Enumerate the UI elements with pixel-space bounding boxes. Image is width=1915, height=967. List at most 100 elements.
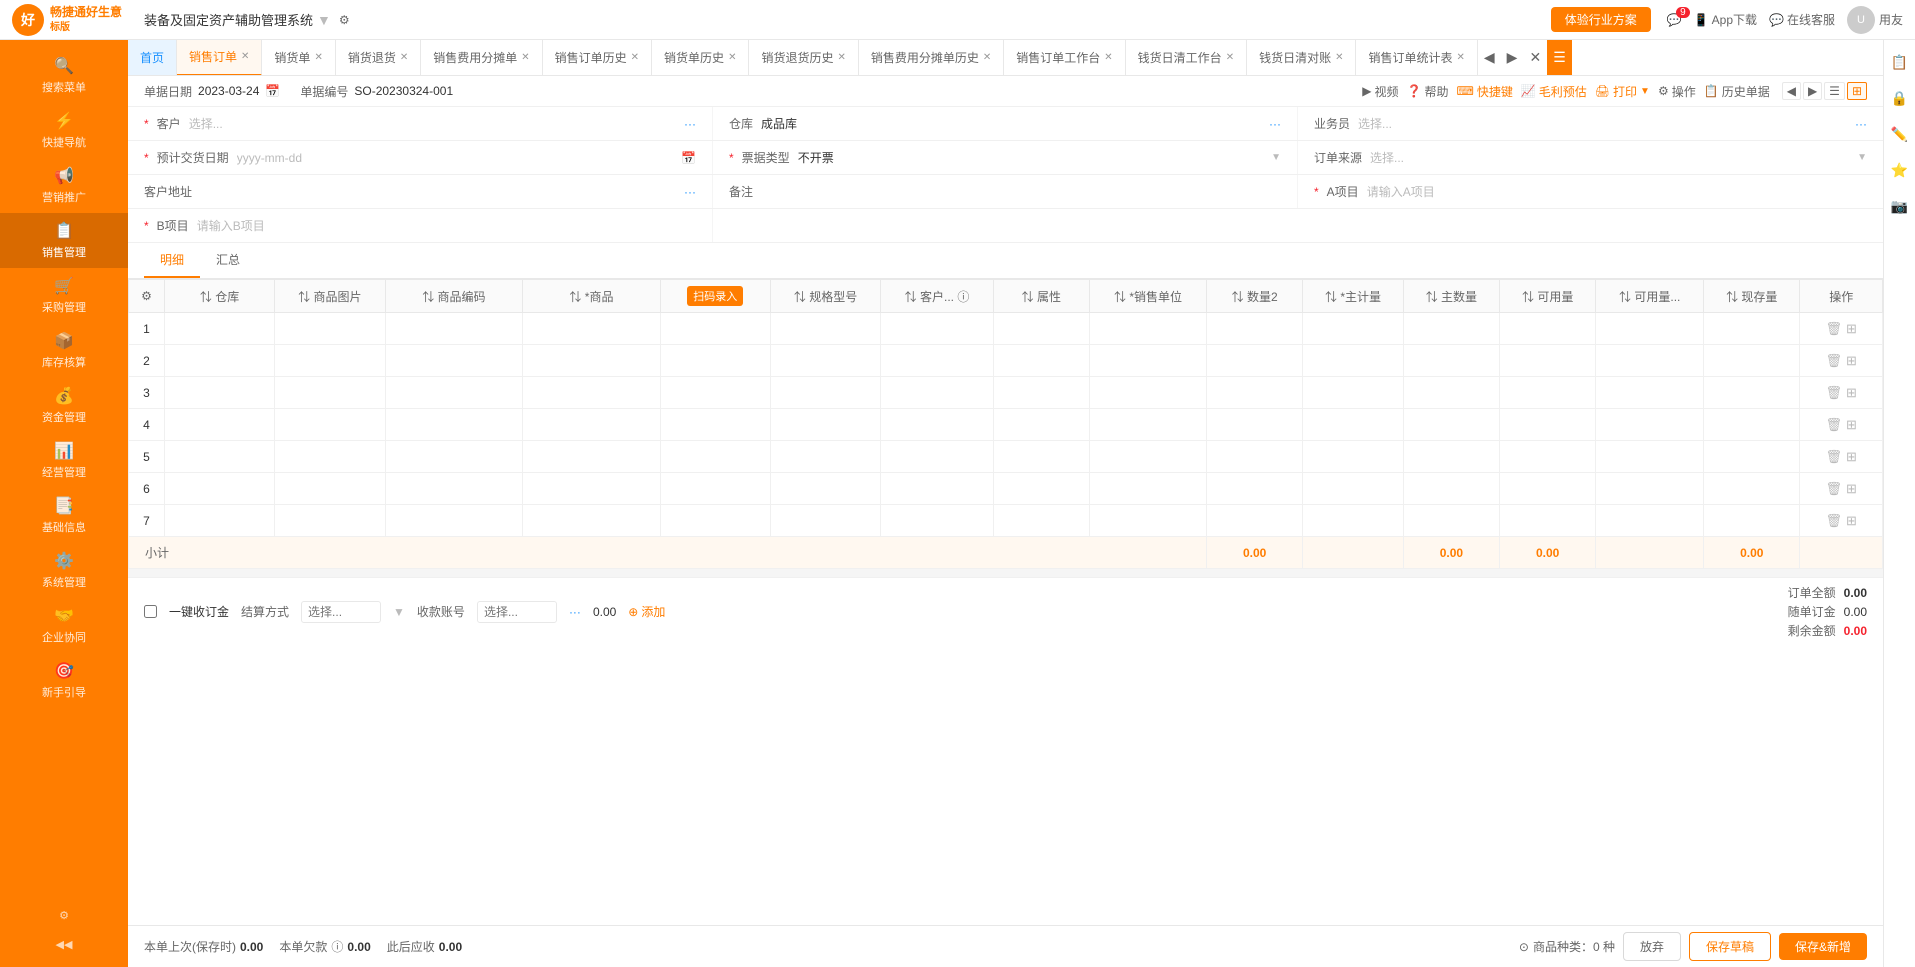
copy-row-5-btn[interactable]: ⊞ (1846, 449, 1857, 465)
row-unit-1[interactable] (1090, 313, 1207, 345)
row-mainunit-4[interactable] (1303, 409, 1403, 441)
source-arrow-icon[interactable]: ▼ (1857, 152, 1867, 163)
tab-close-all-btn[interactable]: ✕ (1523, 40, 1547, 76)
sidebar-item-search[interactable]: 🔍 搜索菜单 (0, 48, 128, 103)
tab-daily-workbench[interactable]: 钱货日清工作台 ✕ (1126, 40, 1247, 76)
video-btn[interactable]: ▶ 视频 (1362, 83, 1398, 100)
sidebar-item-sales[interactable]: 📋 销售管理 (0, 213, 128, 268)
row-mainunit-1[interactable] (1303, 313, 1403, 345)
project-b-input[interactable] (197, 219, 696, 233)
row-product-2[interactable] (523, 345, 661, 377)
row-unit-6[interactable] (1090, 473, 1207, 505)
horizontal-scrollbar[interactable] (128, 569, 1883, 577)
row-attr-5[interactable] (993, 441, 1089, 473)
row-unit-5[interactable] (1090, 441, 1207, 473)
tab-close-10[interactable]: ✕ (1226, 52, 1234, 63)
tab-close-12[interactable]: ✕ (1457, 52, 1465, 63)
account-no-input[interactable] (477, 601, 557, 623)
addr-more-btn[interactable]: ··· (684, 185, 696, 199)
row-warehouse-1[interactable] (165, 313, 275, 345)
sidebar-item-quicknav[interactable]: ⚡ 快捷导航 (0, 103, 128, 158)
solution-btn[interactable]: 体验行业方案 (1551, 7, 1651, 32)
copy-row-2-btn[interactable]: ⊞ (1846, 353, 1857, 369)
sidebar-collapse-btn[interactable]: ◀◀ (0, 930, 128, 959)
row-qty2-5[interactable] (1206, 441, 1302, 473)
row-product-5[interactable] (523, 441, 661, 473)
row-customer-code-5[interactable] (881, 441, 993, 473)
row-attr-6[interactable] (993, 473, 1089, 505)
sidebar-item-finance[interactable]: 💰 资金管理 (0, 378, 128, 433)
row-unit-7[interactable] (1090, 505, 1207, 537)
one-click-payment-checkbox[interactable] (144, 605, 157, 618)
sidebar-item-inventory[interactable]: 📦 库存核算 (0, 323, 128, 378)
tab-close-5[interactable]: ✕ (631, 52, 639, 63)
delete-row-6-btn[interactable]: 🗑 (1825, 481, 1842, 497)
tab-order-stats[interactable]: 销售订单统计表 ✕ (1356, 40, 1477, 76)
right-icon-star[interactable]: ⭐ (1886, 156, 1914, 184)
settings-gear-icon[interactable]: ⚙ (339, 13, 350, 27)
tab-close-9[interactable]: ✕ (1104, 52, 1112, 63)
right-icon-lock[interactable]: 🔒 (1886, 84, 1914, 112)
tab-detail[interactable]: 明细 (144, 243, 200, 278)
tab-close-3[interactable]: ✕ (400, 52, 408, 63)
row-qty2-1[interactable] (1206, 313, 1302, 345)
row-unit-4[interactable] (1090, 409, 1207, 441)
row-spec-3[interactable] (770, 377, 881, 409)
row-attr-3[interactable] (993, 377, 1089, 409)
settle-arrow-icon[interactable]: ▼ (393, 605, 405, 619)
row-customer-code-2[interactable] (881, 345, 993, 377)
tab-sales-order[interactable]: 销售订单 ✕ (177, 40, 262, 76)
delete-row-2-btn[interactable]: 🗑 (1825, 353, 1842, 369)
list-view-btn[interactable]: ☰ (1824, 82, 1845, 100)
project-a-input[interactable] (1367, 185, 1867, 199)
row-code-7[interactable] (385, 505, 523, 537)
row-mainunit-2[interactable] (1303, 345, 1403, 377)
remark-input[interactable] (761, 185, 1281, 199)
salesperson-more-btn[interactable]: ··· (1855, 117, 1867, 131)
row-mainunit-3[interactable] (1303, 377, 1403, 409)
tab-daily-reconcile[interactable]: 钱货日清对账 ✕ (1247, 40, 1356, 76)
row-qty2-7[interactable] (1206, 505, 1302, 537)
right-icon-edit[interactable]: ✏️ (1886, 120, 1914, 148)
row-mainunit-7[interactable] (1303, 505, 1403, 537)
tab-close-8[interactable]: ✕ (983, 52, 991, 63)
row-code-4[interactable] (385, 409, 523, 441)
order-source-input[interactable] (1370, 151, 1849, 165)
tab-close-2[interactable]: ✕ (314, 52, 322, 63)
save-new-btn[interactable]: 保存&新增 (1779, 933, 1867, 960)
nav-next-btn[interactable]: ▶ (1803, 82, 1822, 100)
shortcut-btn[interactable]: ⌨ 快捷键 (1456, 83, 1512, 100)
th-settings[interactable]: ⚙ (129, 280, 165, 313)
sidebar-item-collab[interactable]: 🤝 企业协同 (0, 598, 128, 653)
row-mainunit-5[interactable] (1303, 441, 1403, 473)
row-unit-3[interactable] (1090, 377, 1207, 409)
scan-input-btn[interactable]: 扫码录入 (687, 286, 743, 306)
nav-prev-btn[interactable]: ◀ (1782, 82, 1801, 100)
discard-btn[interactable]: 放弃 (1623, 932, 1681, 961)
warehouse-more-btn[interactable]: ··· (1269, 117, 1281, 131)
row-product-6[interactable] (523, 473, 661, 505)
row-spec-4[interactable] (770, 409, 881, 441)
delete-row-7-btn[interactable]: 🗑 (1825, 513, 1842, 529)
tab-close-4[interactable]: ✕ (521, 52, 529, 63)
row-unit-2[interactable] (1090, 345, 1207, 377)
tab-close-sales[interactable]: ✕ (241, 51, 249, 62)
tab-close-7[interactable]: ✕ (837, 52, 845, 63)
customer-input[interactable] (189, 117, 676, 131)
add-payment-btn[interactable]: ⊕ 添加 (628, 603, 665, 620)
profit-btn[interactable]: 📈 毛利预估 (1521, 83, 1587, 100)
row-qty2-4[interactable] (1206, 409, 1302, 441)
row-mainqty-1[interactable] (1403, 313, 1499, 345)
salesperson-input[interactable] (1358, 117, 1847, 131)
delete-row-4-btn[interactable]: 🗑 (1825, 417, 1842, 433)
help-btn[interactable]: ❓ 帮助 (1407, 83, 1449, 100)
tab-summary[interactable]: 汇总 (200, 243, 256, 278)
copy-row-6-btn[interactable]: ⊞ (1846, 481, 1857, 497)
row-code-5[interactable] (385, 441, 523, 473)
print-btn[interactable]: 🖨 打印 ▼ (1595, 83, 1650, 100)
row-customer-code-3[interactable] (881, 377, 993, 409)
sidebar-item-purchase[interactable]: 🛒 采购管理 (0, 268, 128, 323)
history-btn[interactable]: 📋 历史单据 (1704, 83, 1770, 100)
row-product-3[interactable] (523, 377, 661, 409)
row-mainunit-6[interactable] (1303, 473, 1403, 505)
